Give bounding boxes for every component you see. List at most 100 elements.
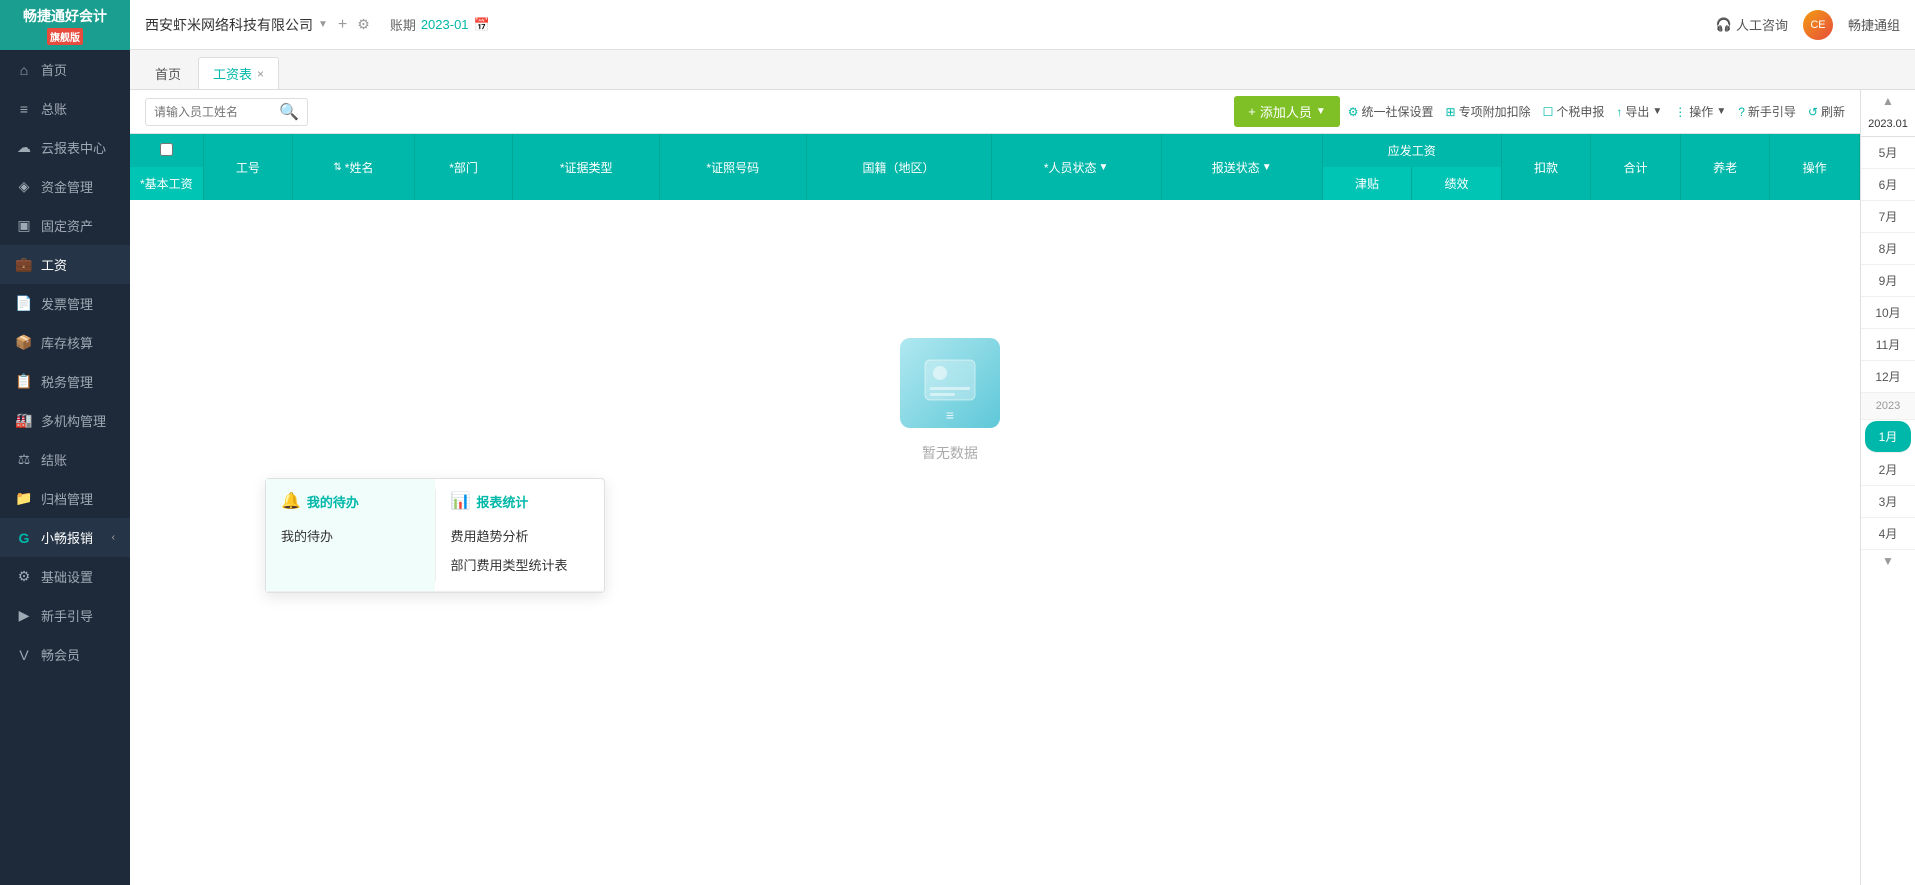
col-total: 合计: [1591, 134, 1681, 200]
sidebar-item-multi-org[interactable]: 🏭 多机构管理: [0, 401, 130, 440]
sidebar-item-ledger[interactable]: ≡ 总账: [0, 89, 130, 128]
month-1-active[interactable]: 1月: [1865, 421, 1911, 453]
submit-filter-icon[interactable]: ▼: [1262, 162, 1272, 173]
refresh-btn[interactable]: ↺ 刷新: [1808, 103, 1845, 120]
month-3[interactable]: 3月: [1861, 486, 1915, 518]
tab-close-btn[interactable]: ×: [257, 67, 264, 81]
support-btn[interactable]: 🎧 人工咨询: [1716, 15, 1788, 34]
guide-btn[interactable]: ? 新手引导: [1738, 103, 1796, 120]
sidebar-item-label: 畅会员: [41, 645, 80, 664]
select-all-header[interactable]: [130, 134, 203, 167]
popup-todo-label: 我的待办: [307, 492, 359, 511]
col-nationality: 国籍（地区）: [806, 134, 991, 200]
sidebar-item-guide[interactable]: ▶ 新手引导: [0, 596, 130, 635]
add-company-btn[interactable]: +: [338, 16, 347, 34]
month-6[interactable]: 6月: [1861, 169, 1915, 201]
sidebar-item-fixed-assets[interactable]: ▣ 固定资产: [0, 206, 130, 245]
col-submit-inner: 报送状态 ▼: [1172, 159, 1312, 176]
col-personnel-inner: *人员状态 ▼: [1002, 159, 1151, 176]
user-avatar: CE: [1803, 10, 1833, 40]
popup-report-item-2[interactable]: 部门费用类型统计表: [451, 550, 590, 579]
operation-btn[interactable]: ⋮ 操作 ▼: [1674, 103, 1726, 120]
col-name: ⇅ *姓名: [293, 134, 414, 200]
filter-icon[interactable]: ▼: [1099, 162, 1109, 173]
tax-icon: 📋: [15, 373, 33, 390]
popup-section-todo: 🔔 我的待办 我的待办: [266, 479, 435, 591]
multi-org-icon: 🏭: [15, 412, 33, 429]
guide-label: 新手引导: [1748, 103, 1796, 120]
sidebar-item-basic-settings[interactable]: ⚙ 基础设置: [0, 557, 130, 596]
add-person-icon: +: [1248, 104, 1256, 119]
add-person-button[interactable]: + 添加人员 ▼: [1234, 96, 1340, 127]
top-header: 西安虾米网络科技有限公司 ▼ + ⚙ 账期 2023-01 📅 🎧 人工咨询 C…: [130, 0, 1915, 50]
sidebar-item-label: 云报表中心: [41, 138, 106, 157]
month-12[interactable]: 12月: [1861, 361, 1915, 393]
month-4[interactable]: 4月: [1861, 518, 1915, 550]
period-value: 2023-01: [421, 17, 469, 32]
special-deduction-btn[interactable]: ⊞ 专项附加扣除: [1446, 103, 1531, 120]
export-icon: ↑: [1616, 105, 1622, 119]
empty-svg: [920, 355, 980, 410]
company-dropdown-icon[interactable]: ▼: [318, 19, 328, 30]
month-nav-down[interactable]: ▼: [1861, 550, 1915, 572]
tax-report-btn[interactable]: ☐ 个税申报: [1543, 103, 1605, 120]
tab-home[interactable]: 首页: [140, 57, 196, 89]
calendar-icon[interactable]: 📅: [474, 17, 490, 33]
sidebar-item-label: 固定资产: [41, 216, 93, 235]
month-10[interactable]: 10月: [1861, 297, 1915, 329]
month-8[interactable]: 8月: [1861, 233, 1915, 265]
sidebar-item-finance[interactable]: ◈ 资金管理: [0, 167, 130, 206]
month-2[interactable]: 2月: [1861, 454, 1915, 486]
month-7[interactable]: 7月: [1861, 201, 1915, 233]
sidebar-item-expense[interactable]: G 小畅报销 ‹: [0, 518, 130, 557]
sidebar-item-home[interactable]: ⌂ 首页: [0, 50, 130, 89]
month-11[interactable]: 11月: [1861, 329, 1915, 361]
sidebar-item-cloud-report[interactable]: ☁ 云报表中心: [0, 128, 130, 167]
report-icon: 📊: [451, 491, 471, 511]
sidebar-item-archive[interactable]: 📁 归档管理: [0, 479, 130, 518]
month-5[interactable]: 5月: [1861, 137, 1915, 169]
popup-report-label: 报表统计: [476, 492, 528, 511]
col-base-salary: *基本工资: [130, 167, 203, 200]
sidebar-item-inventory[interactable]: 📦 库存核算: [0, 323, 130, 362]
sidebar-item-label: 税务管理: [41, 372, 93, 391]
period-label: 账期 2023-01 📅: [390, 15, 490, 34]
app-subtitle: 旗舰版: [47, 28, 83, 45]
month-9[interactable]: 9月: [1861, 265, 1915, 297]
period-label-text: 账期: [390, 15, 416, 34]
settings-btn[interactable]: ⚙: [357, 16, 370, 33]
company-name-text: 西安虾米网络科技有限公司: [145, 15, 313, 35]
select-all-checkbox[interactable]: [160, 143, 173, 156]
month-nav-up[interactable]: ▲: [1861, 90, 1915, 112]
closing-icon: ⚖: [15, 451, 33, 468]
support-label: 人工咨询: [1736, 15, 1788, 34]
refresh-icon: ↺: [1808, 105, 1818, 119]
sidebar-item-closing[interactable]: ⚖ 结账: [0, 440, 130, 479]
sidebar-item-label: 归档管理: [41, 489, 93, 508]
cloud-icon: ☁: [15, 139, 33, 156]
sort-icon[interactable]: ⇅: [333, 162, 341, 173]
building-icon: ▣: [15, 217, 33, 234]
toolbar-actions: ⚙ 统一社保设置 ⊞ 专项附加扣除 ☐ 个税申报 ↑ 导出 ▼: [1348, 103, 1845, 120]
social-insurance-btn[interactable]: ⚙ 统一社保设置: [1348, 103, 1434, 120]
todo-icon: 🔔: [281, 491, 301, 511]
archive-icon: 📁: [15, 490, 33, 507]
content-area: 🔍 + 添加人员 ▼ ⚙ 统一社保设置 ⊞ 专项附加扣除: [130, 90, 1915, 885]
export-btn[interactable]: ↑ 导出 ▼: [1616, 103, 1662, 120]
col-action: 操作: [1770, 134, 1860, 200]
tab-label: 工资表: [213, 64, 252, 83]
add-person-dropdown-icon: ▼: [1316, 106, 1326, 117]
invoice-icon: 📄: [15, 295, 33, 312]
popup-report-item-1[interactable]: 费用趋势分析: [451, 521, 590, 550]
sidebar-item-label: 结账: [41, 450, 67, 469]
tab-salary[interactable]: 工资表 ×: [198, 57, 279, 89]
sidebar-item-invoice[interactable]: 📄 发票管理: [0, 284, 130, 323]
guide-icon: ?: [1738, 105, 1745, 119]
sidebar-item-label: 资金管理: [41, 177, 93, 196]
sidebar-item-tax[interactable]: 📋 税务管理: [0, 362, 130, 401]
popup-todo-item[interactable]: 我的待办: [281, 521, 420, 550]
sidebar-item-vip[interactable]: V 畅会员: [0, 635, 130, 674]
search-input[interactable]: [154, 105, 274, 119]
sidebar-item-salary[interactable]: 💼 工资: [0, 245, 130, 284]
settings-icon: ⚙: [15, 568, 33, 585]
